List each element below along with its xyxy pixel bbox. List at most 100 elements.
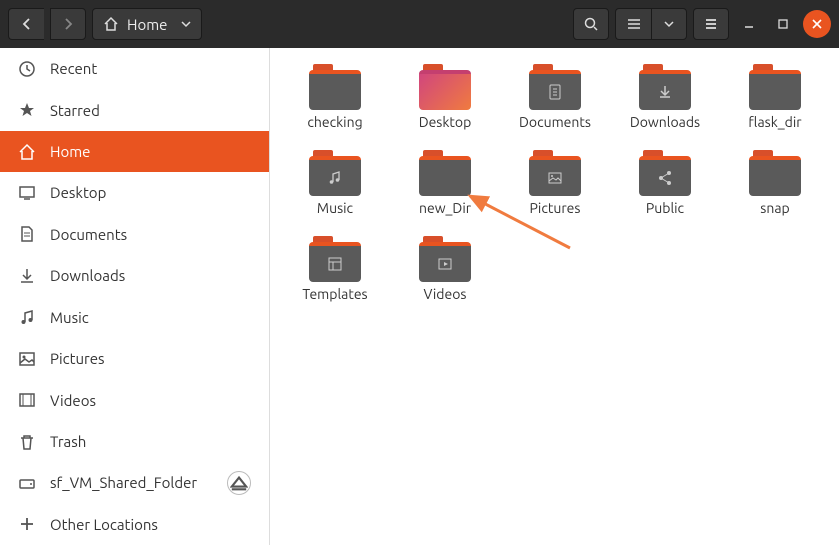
sidebar-item-label: Trash — [50, 433, 86, 450]
path-label: Home — [127, 16, 167, 33]
folder-label: Templates — [302, 286, 367, 302]
folder-label: snap — [760, 200, 789, 216]
folder-item[interactable]: Desktop — [390, 64, 500, 130]
picture-glyph-icon — [545, 168, 565, 188]
nav-forward-button[interactable] — [50, 8, 86, 40]
eject-button[interactable] — [227, 471, 251, 495]
sidebar-item-home[interactable]: Home — [0, 131, 269, 172]
videos-icon — [18, 391, 36, 409]
folder-label: Pictures — [530, 200, 581, 216]
folder-item[interactable]: Templates — [280, 236, 390, 302]
sidebar-item-starred[interactable]: Starred — [0, 89, 269, 130]
chevron-down-icon — [664, 19, 674, 29]
search-icon — [583, 16, 599, 32]
sidebar-item-label: Videos — [50, 392, 96, 409]
folder-icon — [639, 64, 691, 110]
sidebar-item-trash[interactable]: Trash — [0, 421, 269, 462]
hamburger-icon — [704, 17, 718, 31]
folder-label: Videos — [424, 286, 467, 302]
download-glyph-icon — [655, 82, 675, 102]
pictures-icon — [18, 350, 36, 368]
folder-icon — [749, 150, 801, 196]
drive-icon — [18, 474, 36, 492]
folder-label: Desktop — [419, 114, 472, 130]
nav-back-button[interactable] — [8, 8, 44, 40]
folder-icon — [419, 150, 471, 196]
folder-icon — [419, 236, 471, 282]
folder-item[interactable]: Public — [610, 150, 720, 216]
list-icon — [627, 17, 641, 31]
folder-label: Music — [317, 200, 353, 216]
folder-item[interactable]: checking — [280, 64, 390, 130]
sidebar-item-label: Downloads — [50, 267, 125, 284]
sidebar-item-desktop[interactable]: Desktop — [0, 172, 269, 213]
folder-icon — [529, 64, 581, 110]
sidebar-item-videos[interactable]: Videos — [0, 379, 269, 420]
sidebar-item-recent[interactable]: Recent — [0, 48, 269, 89]
home-icon — [103, 16, 119, 32]
folder-label: flask_dir — [748, 114, 801, 130]
doc-glyph-icon — [545, 82, 565, 102]
folder-item[interactable]: Videos — [390, 236, 500, 302]
folder-item[interactable]: Music — [280, 150, 390, 216]
folder-item[interactable]: flask_dir — [720, 64, 830, 130]
clock-icon — [18, 60, 36, 78]
music-glyph-icon — [325, 168, 345, 188]
view-list-button[interactable] — [615, 8, 651, 40]
sidebar-item-sfvm[interactable]: sf_VM_Shared_Folder — [0, 462, 269, 503]
folder-label: Public — [646, 200, 684, 216]
folder-label: new_Dir — [419, 200, 471, 216]
folder-label: Documents — [519, 114, 591, 130]
chevron-down-icon — [181, 19, 191, 29]
content-area[interactable]: checking Desktop Documents Downloads flask_d… — [270, 48, 839, 545]
desktop-icon — [18, 184, 36, 202]
folder-grid: checking Desktop Documents Downloads flask_d… — [280, 64, 829, 302]
path-bar[interactable]: Home — [92, 8, 202, 40]
music-icon — [18, 308, 36, 326]
sidebar-item-label: Recent — [50, 60, 97, 77]
sidebar-item-downloads[interactable]: Downloads — [0, 255, 269, 296]
folder-icon — [419, 64, 471, 110]
header-bar: Home — [0, 0, 839, 48]
sidebar-item-music[interactable]: Music — [0, 297, 269, 338]
folder-icon — [749, 64, 801, 110]
close-icon — [812, 19, 822, 29]
folder-item[interactable]: Documents — [500, 64, 610, 130]
folder-icon — [529, 150, 581, 196]
minimize-button[interactable] — [735, 10, 763, 38]
folder-item[interactable]: Downloads — [610, 64, 720, 130]
sidebar-item-label: Documents — [50, 226, 127, 243]
home-icon — [18, 143, 36, 161]
menu-button[interactable] — [693, 8, 729, 40]
close-button[interactable] — [803, 10, 831, 38]
sidebar-item-pictures[interactable]: Pictures — [0, 338, 269, 379]
folder-icon — [309, 236, 361, 282]
sidebar-item-documents[interactable]: Documents — [0, 214, 269, 255]
video-glyph-icon — [435, 254, 455, 274]
folder-icon — [309, 150, 361, 196]
folder-item[interactable]: Pictures — [500, 150, 610, 216]
sidebar-item-label: Music — [50, 309, 89, 326]
sidebar-item-label: Other Locations — [50, 516, 158, 533]
plus-icon — [18, 515, 36, 533]
folder-label: checking — [307, 114, 362, 130]
star-icon — [18, 101, 36, 119]
folder-icon — [309, 64, 361, 110]
folder-icon — [639, 150, 691, 196]
sidebar-item-other[interactable]: Other Locations — [0, 504, 269, 545]
sidebar-item-label: Desktop — [50, 184, 106, 201]
folder-label: Downloads — [630, 114, 700, 130]
view-options-button[interactable] — [651, 8, 687, 40]
share-glyph-icon — [655, 168, 675, 188]
folder-item[interactable]: new_Dir — [390, 150, 500, 216]
trash-icon — [18, 433, 36, 451]
sidebar: Recent Starred Home Desktop Documents Downloa… — [0, 48, 270, 545]
search-button[interactable] — [573, 8, 609, 40]
documents-icon — [18, 225, 36, 243]
sidebar-item-label: Pictures — [50, 350, 105, 367]
sidebar-item-label: sf_VM_Shared_Folder — [50, 474, 197, 491]
sidebar-item-label: Starred — [50, 102, 100, 119]
maximize-button[interactable] — [769, 10, 797, 38]
folder-item[interactable]: snap — [720, 150, 830, 216]
template-glyph-icon — [325, 254, 345, 274]
